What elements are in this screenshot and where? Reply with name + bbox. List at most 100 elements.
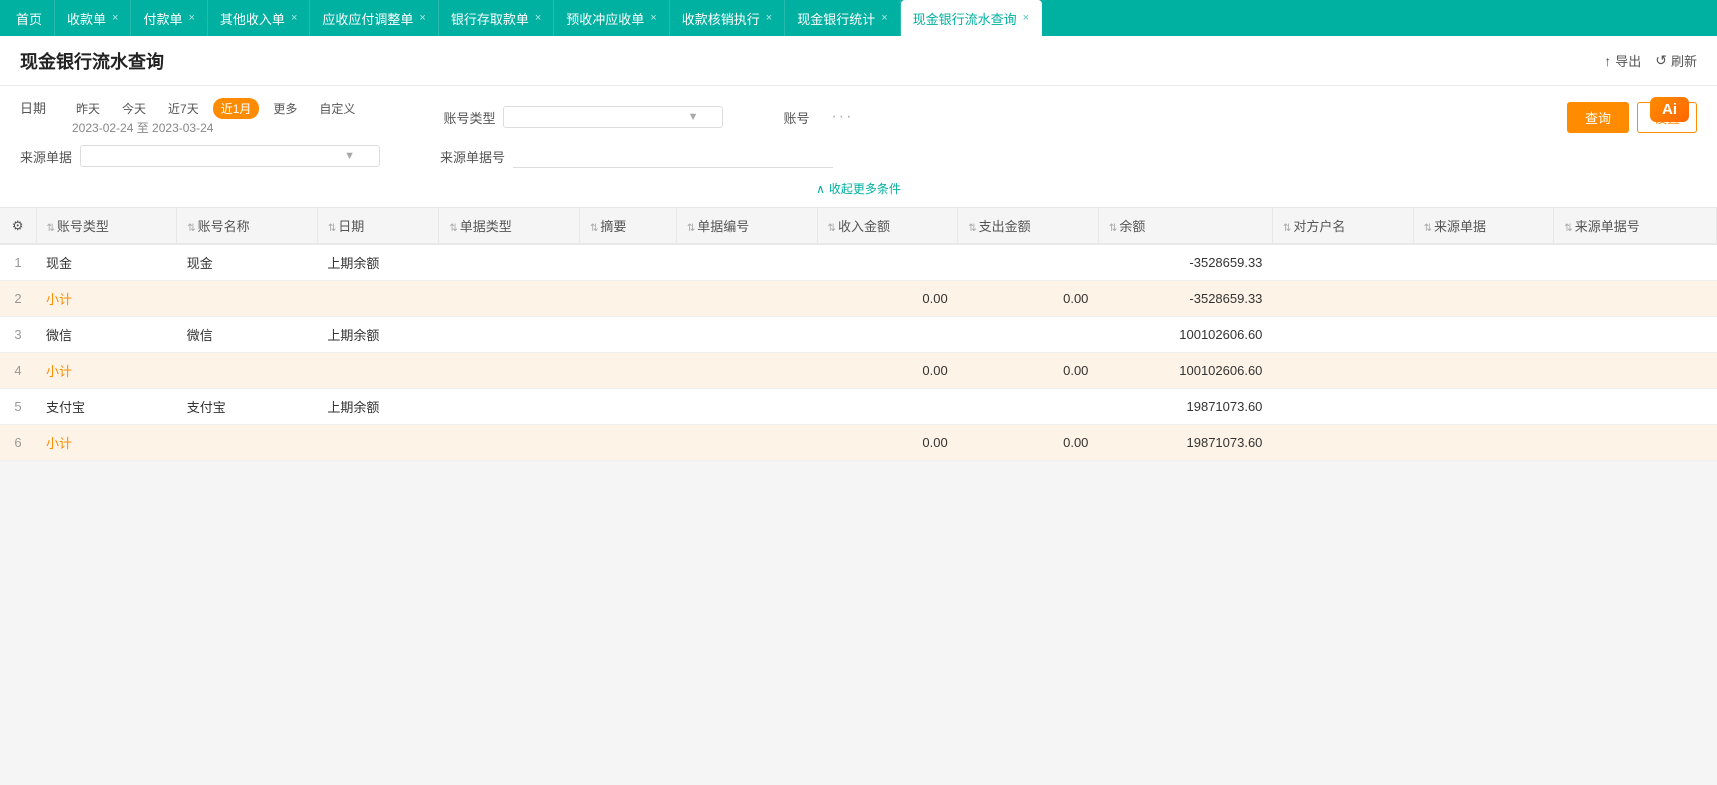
cell-account-name [177, 353, 318, 389]
table-row: 6小计0.000.0019871073.60 [0, 425, 1717, 461]
col-doc-type[interactable]: ⇅单据类型 [439, 208, 580, 244]
cell-account-type: 小计 [36, 425, 177, 461]
cell-doc-type [439, 317, 580, 353]
close-icon[interactable]: × [188, 12, 194, 24]
chevron-down-icon: ▼ [344, 150, 355, 162]
table-row: 3微信微信上期余额100102606.60 [0, 317, 1717, 353]
cell-balance: 19871073.60 [1098, 425, 1272, 461]
col-counterpart[interactable]: ⇅对方户名 [1272, 208, 1413, 244]
close-icon[interactable]: × [650, 12, 656, 24]
col-income[interactable]: ⇅收入金额 [817, 208, 958, 244]
cell-expense [958, 389, 1099, 425]
cell-expense [958, 317, 1099, 353]
cell-account-type: 小计 [36, 281, 177, 317]
cell-date [317, 425, 438, 461]
cell-counterpart [1272, 389, 1413, 425]
date-today[interactable]: 今天 [114, 98, 154, 119]
header-actions: ↑ 导出 ↺ 刷新 [1604, 51, 1697, 70]
page-header: 现金银行流水查询 ↑ 导出 ↺ 刷新 [0, 36, 1717, 86]
chevron-down-icon: ▼ [688, 111, 699, 123]
cell-account-name: 现金 [177, 244, 318, 281]
collapse-bar[interactable]: ∧ 收起更多条件 [20, 176, 1697, 199]
refresh-button[interactable]: ↺ 刷新 [1655, 51, 1697, 70]
col-date[interactable]: ⇅日期 [317, 208, 438, 244]
cell-summary [580, 317, 677, 353]
cell-source-doc [1413, 317, 1554, 353]
nav-payment[interactable]: 付款单 × [131, 0, 207, 36]
export-button[interactable]: ↑ 导出 [1604, 51, 1641, 70]
cell-account-type: 微信 [36, 317, 177, 353]
close-icon[interactable]: × [1023, 12, 1029, 24]
cell-summary [580, 389, 677, 425]
data-table: ⚙ ⇅账号类型 ⇅账号名称 ⇅日期 ⇅单据类型 ⇅摘要 ⇅单据编号 ⇅收入金额 … [0, 208, 1717, 461]
col-doc-no[interactable]: ⇅单据编号 [676, 208, 817, 244]
source-doc-no-input[interactable] [513, 144, 833, 168]
close-icon[interactable]: × [419, 12, 425, 24]
cell-counterpart [1272, 317, 1413, 353]
close-icon[interactable]: × [766, 12, 772, 24]
account-more-button[interactable]: ··· [831, 108, 853, 126]
cell-balance: -3528659.33 [1098, 281, 1272, 317]
date-custom[interactable]: 自定义 [311, 98, 363, 119]
ai-badge[interactable]: Ai [1650, 97, 1689, 122]
nav-other-income[interactable]: 其他收入单 × [208, 0, 310, 36]
cell-source-doc [1413, 281, 1554, 317]
cell-income [817, 389, 958, 425]
cell-date [317, 281, 438, 317]
account-label: 账号 [783, 108, 823, 127]
cell-doc-no [676, 244, 817, 281]
cell-balance: 100102606.60 [1098, 317, 1272, 353]
nav-receipt[interactable]: 收款单 × [55, 0, 131, 36]
cell-doc-type [439, 389, 580, 425]
col-account-name[interactable]: ⇅账号名称 [177, 208, 318, 244]
nav-bank-deposit[interactable]: 银行存取款单 × [439, 0, 554, 36]
cell-account-name [177, 425, 318, 461]
cell-counterpart [1272, 425, 1413, 461]
top-navigation: 首页 收款单 × 付款单 × 其他收入单 × 应收应付调整单 × 银行存取款单 … [0, 0, 1717, 36]
cell-date: 上期余额 [317, 389, 438, 425]
nav-adjust[interactable]: 应收应付调整单 × [310, 0, 438, 36]
source-doc-select[interactable]: ▼ [80, 145, 380, 167]
gear-icon[interactable]: ⚙ [12, 218, 24, 233]
nav-advance[interactable]: 预收冲应收单 × [554, 0, 669, 36]
cell-doc-no [676, 353, 817, 389]
col-summary[interactable]: ⇅摘要 [580, 208, 677, 244]
col-expense[interactable]: ⇅支出金额 [958, 208, 1099, 244]
date-more[interactable]: 更多 [265, 98, 305, 119]
date-options-group: 昨天 今天 近7天 近1月 更多 自定义 2023-02-24 至 2023-0… [68, 98, 363, 136]
query-button[interactable]: 查询 [1567, 102, 1629, 133]
col-balance[interactable]: ⇅余额 [1098, 208, 1272, 244]
cell-counterpart [1272, 353, 1413, 389]
row-number: 5 [0, 389, 36, 425]
cell-doc-type [439, 281, 580, 317]
date-1month[interactable]: 近1月 [213, 98, 260, 119]
close-icon[interactable]: × [291, 12, 297, 24]
close-icon[interactable]: × [535, 12, 541, 24]
nav-bank-flow[interactable]: 现金银行流水查询 × [901, 0, 1042, 36]
cell-doc-type [439, 353, 580, 389]
cell-expense [958, 244, 1099, 281]
filter-area: 日期 昨天 今天 近7天 近1月 更多 自定义 2023-02-24 至 202… [0, 86, 1717, 208]
col-source-doc-no[interactable]: ⇅来源单据号 [1554, 208, 1717, 244]
nav-bank-stats[interactable]: 现金银行统计 × [785, 0, 900, 36]
col-account-type[interactable]: ⇅账号类型 [36, 208, 177, 244]
account-type-select[interactable]: ▼ [503, 106, 723, 128]
col-source-doc[interactable]: ⇅来源单据 [1413, 208, 1554, 244]
cell-counterpart [1272, 244, 1413, 281]
cell-summary [580, 353, 677, 389]
table-row: 5支付宝支付宝上期余额19871073.60 [0, 389, 1717, 425]
cell-income [817, 244, 958, 281]
nav-reconcile[interactable]: 收款核销执行 × [670, 0, 785, 36]
close-icon[interactable]: × [112, 12, 118, 24]
row-number: 1 [0, 244, 36, 281]
date-7days[interactable]: 近7天 [160, 98, 207, 119]
cell-doc-no [676, 317, 817, 353]
date-yesterday[interactable]: 昨天 [68, 98, 108, 119]
cell-account-type: 支付宝 [36, 389, 177, 425]
date-label: 日期 [20, 98, 60, 117]
table-wrap: ⚙ ⇅账号类型 ⇅账号名称 ⇅日期 ⇅单据类型 ⇅摘要 ⇅单据编号 ⇅收入金额 … [0, 208, 1717, 461]
refresh-icon: ↺ [1655, 52, 1667, 69]
close-icon[interactable]: × [881, 12, 887, 24]
nav-home[interactable]: 首页 [4, 0, 55, 36]
filter-row-1: 日期 昨天 今天 近7天 近1月 更多 自定义 2023-02-24 至 202… [20, 98, 1697, 136]
